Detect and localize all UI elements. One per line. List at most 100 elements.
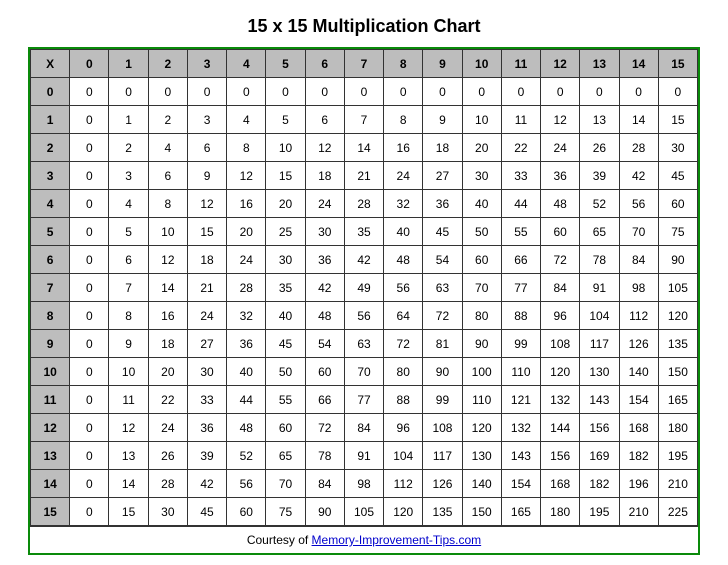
cell: 24 xyxy=(305,190,344,218)
cell: 126 xyxy=(619,330,658,358)
cell: 11 xyxy=(501,106,540,134)
cell: 18 xyxy=(148,330,187,358)
corner-cell: X xyxy=(31,50,70,78)
cell: 0 xyxy=(70,358,109,386)
cell: 120 xyxy=(462,414,501,442)
row-header: 6 xyxy=(31,246,70,274)
cell: 0 xyxy=(423,78,462,106)
col-header: 14 xyxy=(619,50,658,78)
cell: 30 xyxy=(266,246,305,274)
col-header: 8 xyxy=(384,50,423,78)
cell: 6 xyxy=(148,162,187,190)
cell: 49 xyxy=(344,274,383,302)
cell: 45 xyxy=(658,162,697,190)
cell: 12 xyxy=(187,190,226,218)
cell: 0 xyxy=(70,274,109,302)
cell: 0 xyxy=(187,78,226,106)
cell: 13 xyxy=(109,442,148,470)
cell: 36 xyxy=(227,330,266,358)
col-header: 3 xyxy=(187,50,226,78)
cell: 8 xyxy=(148,190,187,218)
cell: 0 xyxy=(70,246,109,274)
cell: 56 xyxy=(619,190,658,218)
cell: 44 xyxy=(227,386,266,414)
row-header: 7 xyxy=(31,274,70,302)
cell: 15 xyxy=(658,106,697,134)
cell: 99 xyxy=(501,330,540,358)
cell: 196 xyxy=(619,470,658,498)
cell: 112 xyxy=(384,470,423,498)
cell: 12 xyxy=(109,414,148,442)
cell: 140 xyxy=(462,470,501,498)
row-header: 5 xyxy=(31,218,70,246)
cell: 44 xyxy=(501,190,540,218)
cell: 117 xyxy=(423,442,462,470)
cell: 5 xyxy=(266,106,305,134)
cell: 63 xyxy=(423,274,462,302)
cell: 15 xyxy=(109,498,148,526)
cell: 77 xyxy=(501,274,540,302)
cell: 28 xyxy=(227,274,266,302)
cell: 42 xyxy=(619,162,658,190)
cell: 36 xyxy=(541,162,580,190)
cell: 15 xyxy=(187,218,226,246)
cell: 135 xyxy=(423,498,462,526)
cell: 4 xyxy=(227,106,266,134)
cell: 30 xyxy=(187,358,226,386)
cell: 24 xyxy=(227,246,266,274)
cell: 90 xyxy=(462,330,501,358)
cell: 78 xyxy=(305,442,344,470)
cell: 144 xyxy=(541,414,580,442)
cell: 3 xyxy=(109,162,148,190)
cell: 70 xyxy=(619,218,658,246)
cell: 10 xyxy=(462,106,501,134)
cell: 42 xyxy=(187,470,226,498)
cell: 84 xyxy=(619,246,658,274)
footer-credit: Courtesy of Memory-Improvement-Tips.com xyxy=(30,526,698,553)
cell: 75 xyxy=(266,498,305,526)
chart-container: X012345678910111213141500000000000000000… xyxy=(28,47,700,555)
row-header: 0 xyxy=(31,78,70,106)
footer-prefix: Courtesy of xyxy=(247,533,312,547)
cell: 110 xyxy=(501,358,540,386)
cell: 9 xyxy=(187,162,226,190)
cell: 90 xyxy=(423,358,462,386)
cell: 52 xyxy=(227,442,266,470)
cell: 156 xyxy=(580,414,619,442)
col-header: 5 xyxy=(266,50,305,78)
cell: 165 xyxy=(501,498,540,526)
cell: 9 xyxy=(109,330,148,358)
col-header: 10 xyxy=(462,50,501,78)
cell: 0 xyxy=(384,78,423,106)
cell: 20 xyxy=(148,358,187,386)
cell: 0 xyxy=(501,78,540,106)
cell: 16 xyxy=(384,134,423,162)
cell: 0 xyxy=(658,78,697,106)
cell: 90 xyxy=(305,498,344,526)
cell: 143 xyxy=(580,386,619,414)
cell: 40 xyxy=(227,358,266,386)
cell: 21 xyxy=(344,162,383,190)
cell: 77 xyxy=(344,386,383,414)
cell: 7 xyxy=(109,274,148,302)
col-header: 0 xyxy=(70,50,109,78)
cell: 4 xyxy=(148,134,187,162)
cell: 88 xyxy=(384,386,423,414)
cell: 0 xyxy=(70,162,109,190)
cell: 14 xyxy=(344,134,383,162)
cell: 30 xyxy=(462,162,501,190)
footer-link[interactable]: Memory-Improvement-Tips.com xyxy=(312,533,482,547)
cell: 0 xyxy=(541,78,580,106)
row-header: 15 xyxy=(31,498,70,526)
cell: 56 xyxy=(227,470,266,498)
cell: 12 xyxy=(148,246,187,274)
cell: 154 xyxy=(619,386,658,414)
cell: 20 xyxy=(227,218,266,246)
cell: 2 xyxy=(109,134,148,162)
cell: 60 xyxy=(541,218,580,246)
cell: 30 xyxy=(658,134,697,162)
cell: 48 xyxy=(227,414,266,442)
cell: 45 xyxy=(266,330,305,358)
cell: 72 xyxy=(541,246,580,274)
cell: 0 xyxy=(70,470,109,498)
